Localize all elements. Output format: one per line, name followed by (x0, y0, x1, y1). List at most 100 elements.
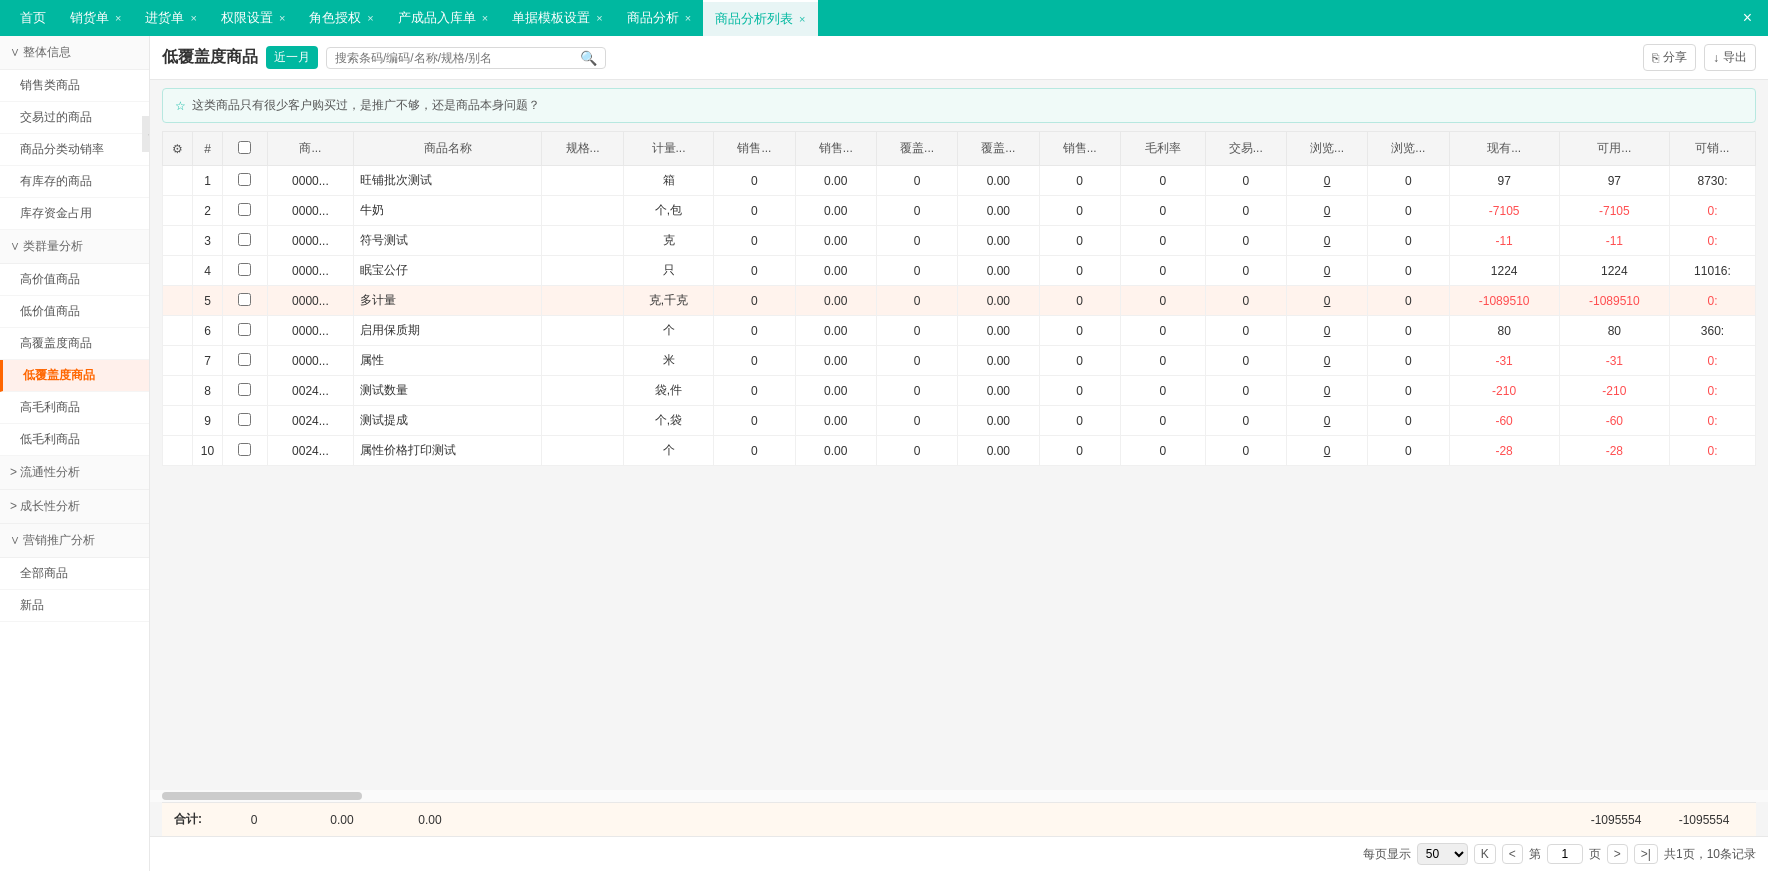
sidebar-section-liquidity[interactable]: > 流通性分析 (0, 456, 149, 490)
row-settings[interactable] (163, 316, 193, 346)
sidebar-item-stocked-goods[interactable]: 有库存的商品 (0, 166, 149, 198)
row-settings[interactable] (163, 286, 193, 316)
nav-template-settings-close[interactable]: × (596, 0, 602, 36)
row-checkbox[interactable] (223, 346, 268, 376)
nav-template-settings[interactable]: 单据模板设置 × (500, 0, 614, 36)
row-checkbox[interactable] (223, 256, 268, 286)
nav-sales-close[interactable]: × (115, 0, 121, 36)
row-checkbox[interactable] (223, 196, 268, 226)
sidebar-item-all-goods[interactable]: 全部商品 (0, 558, 149, 590)
row-browse1[interactable]: 0 (1286, 436, 1367, 466)
row-checkbox[interactable] (223, 436, 268, 466)
row-browse1[interactable]: 0 (1286, 406, 1367, 436)
row-checkbox[interactable] (223, 316, 268, 346)
row-checkbox[interactable] (223, 226, 268, 256)
top-navigation: 首页 销货单 × 进货单 × 权限设置 × 角色授权 × 产成品入库单 × 单据… (0, 0, 1768, 36)
share-button[interactable]: ⎘ 分享 (1643, 44, 1696, 71)
row-browse1[interactable]: 0 (1286, 346, 1367, 376)
sidebar-section-cluster[interactable]: ∨ 类群量分析 (0, 230, 149, 264)
row-checkbox[interactable] (223, 406, 268, 436)
row-browse1[interactable]: 0 (1286, 226, 1367, 256)
row-gross-margin: 0 (1120, 406, 1205, 436)
sidebar-section-growth[interactable]: > 成长性分析 (0, 490, 149, 524)
sidebar-item-high-margin[interactable]: 高毛利商品 (0, 392, 149, 424)
row-browse1[interactable]: 0 (1286, 316, 1367, 346)
nav-finished-goods[interactable]: 产成品入库单 × (386, 0, 500, 36)
col-checkbox[interactable] (223, 132, 268, 166)
per-page-select[interactable]: 50 20 100 (1417, 843, 1468, 865)
nav-permissions-close[interactable]: × (279, 0, 285, 36)
select-all-checkbox[interactable] (238, 141, 251, 154)
row-stock-sale: 0: (1669, 376, 1755, 406)
row-sales3: 0 (1039, 196, 1120, 226)
last-page-button[interactable]: >| (1634, 844, 1658, 864)
row-spec (542, 226, 623, 256)
filter-recent-month-button[interactable]: 近一月 (266, 46, 318, 69)
row-settings[interactable] (163, 406, 193, 436)
sidebar-item-low-value[interactable]: 低价值商品 (0, 296, 149, 328)
sidebar-item-low-margin[interactable]: 低毛利商品 (0, 424, 149, 456)
sidebar-item-traded-goods[interactable]: 交易过的商品 (0, 102, 149, 134)
row-browse1[interactable]: 0 (1286, 256, 1367, 286)
sidebar-section-growth-label: > 成长性分析 (10, 498, 80, 515)
row-settings[interactable] (163, 226, 193, 256)
row-stock-current: -1089510 (1449, 286, 1559, 316)
sidebar-section-marketing[interactable]: ∨ 营销推广分析 (0, 524, 149, 558)
table-row: 10 0024... 属性价格打印测试 个 0 0.00 0 0.00 0 0 … (163, 436, 1756, 466)
nav-sales[interactable]: 销货单 × (58, 0, 133, 36)
row-checkbox[interactable] (223, 166, 268, 196)
nav-purchase[interactable]: 进货单 × (133, 0, 208, 36)
nav-roles-close[interactable]: × (367, 0, 373, 36)
row-browse1[interactable]: 0 (1286, 286, 1367, 316)
next-page-button[interactable]: > (1607, 844, 1628, 864)
nav-roles[interactable]: 角色授权 × (297, 0, 385, 36)
row-settings[interactable] (163, 346, 193, 376)
row-num: 1 (193, 166, 223, 196)
sidebar-item-high-coverage[interactable]: 高覆盖度商品 (0, 328, 149, 360)
table-row: 6 0000... 启用保质期 个 0 0.00 0 0.00 0 0 0 0 … (163, 316, 1756, 346)
row-settings[interactable] (163, 436, 193, 466)
nav-finished-goods-close[interactable]: × (482, 0, 488, 36)
row-settings[interactable] (163, 256, 193, 286)
prev-page-button[interactable]: < (1502, 844, 1523, 864)
row-checkbox[interactable] (223, 286, 268, 316)
nav-permissions[interactable]: 权限设置 × (209, 0, 297, 36)
nav-home[interactable]: 首页 (8, 0, 58, 36)
table-row: 5 0000... 多计量 克,千克 0 0.00 0 0.00 0 0 0 0… (163, 286, 1756, 316)
table-container[interactable]: ⚙ # 商... 商品名称 规格... 计量... 销售... 销售... 覆盖… (162, 131, 1756, 790)
row-settings[interactable] (163, 376, 193, 406)
col-spec: 规格... (542, 132, 623, 166)
search-box[interactable]: 🔍 (326, 47, 606, 69)
nav-product-analysis-list-close[interactable]: × (799, 1, 805, 37)
row-settings[interactable] (163, 166, 193, 196)
sidebar-item-sales-goods[interactable]: 销售类商品 (0, 70, 149, 102)
nav-purchase-close[interactable]: × (190, 0, 196, 36)
sidebar-item-stock-capital[interactable]: 库存资金占用 (0, 198, 149, 230)
row-browse1[interactable]: 0 (1286, 376, 1367, 406)
row-browse1[interactable]: 0 (1286, 166, 1367, 196)
row-sales-qty: 0 (714, 346, 795, 376)
search-input[interactable] (335, 51, 580, 65)
pagination: 每页显示 50 20 100 K < 第 页 > >| 共1页，10条记录 (150, 836, 1768, 871)
sidebar-section-overall[interactable]: ∨ 整体信息 (0, 36, 149, 70)
row-transaction: 0 (1205, 286, 1286, 316)
content-header: 低覆盖度商品 近一月 🔍 ⎘ 分享 ↓ 导出 (150, 36, 1768, 80)
row-checkbox[interactable] (223, 376, 268, 406)
window-close-button[interactable]: × (1735, 9, 1760, 27)
row-browse1[interactable]: 0 (1286, 196, 1367, 226)
nav-product-analysis[interactable]: 商品分析 × (615, 0, 703, 36)
sidebar-item-new-goods[interactable]: 新品 (0, 590, 149, 622)
col-settings[interactable]: ⚙ (163, 132, 193, 166)
first-page-button[interactable]: K (1474, 844, 1496, 864)
row-code: 0000... (267, 346, 353, 376)
page-number-input[interactable] (1547, 844, 1583, 864)
sidebar-item-low-coverage[interactable]: 低覆盖度商品 (0, 360, 149, 392)
horizontal-scrollbar[interactable] (162, 792, 362, 800)
export-button[interactable]: ↓ 导出 (1704, 44, 1756, 71)
row-settings[interactable] (163, 196, 193, 226)
sidebar-collapse-btn[interactable]: « (142, 116, 150, 152)
sidebar-item-high-value[interactable]: 高价值商品 (0, 264, 149, 296)
sidebar-item-category-rate[interactable]: 商品分类动销率 (0, 134, 149, 166)
nav-product-analysis-list[interactable]: 商品分析列表 × (703, 0, 817, 36)
nav-product-analysis-close[interactable]: × (685, 0, 691, 36)
